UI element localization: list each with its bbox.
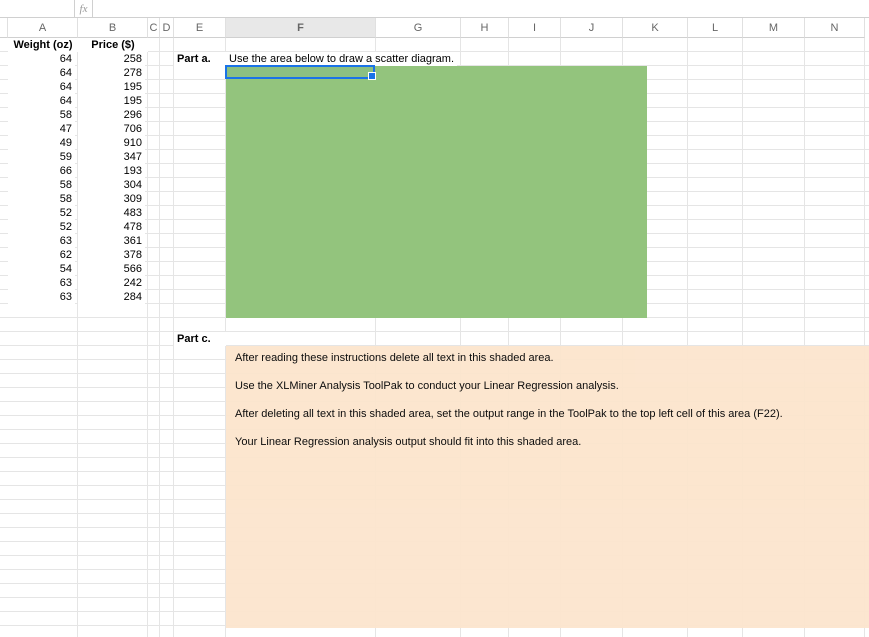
col-head-A[interactable]: A bbox=[8, 18, 78, 38]
formula-input[interactable] bbox=[93, 0, 869, 17]
table-cell[interactable]: 910 bbox=[78, 136, 145, 150]
table-cell[interactable]: 195 bbox=[78, 94, 145, 108]
table-cell[interactable]: 63 bbox=[8, 290, 75, 304]
table-cell[interactable]: 49 bbox=[8, 136, 75, 150]
table-cell[interactable]: 52 bbox=[8, 206, 75, 220]
table-cell[interactable]: 64 bbox=[8, 52, 75, 66]
table-cell[interactable]: 361 bbox=[78, 234, 145, 248]
partc-line2: Use the XLMiner Analysis ToolPak to cond… bbox=[232, 380, 622, 392]
table-cell[interactable]: 58 bbox=[8, 178, 75, 192]
col-head-L[interactable]: L bbox=[688, 18, 743, 38]
partc-line3: After deleting all text in this shaded a… bbox=[232, 408, 786, 420]
col-head-G[interactable]: G bbox=[376, 18, 461, 38]
table-cell[interactable]: 63 bbox=[8, 234, 75, 248]
table-cell[interactable]: 47 bbox=[8, 122, 75, 136]
col-head-K[interactable]: K bbox=[623, 18, 688, 38]
table-cell[interactable]: 58 bbox=[8, 108, 75, 122]
partc-line4: Your Linear Regression analysis output s… bbox=[232, 436, 584, 448]
table-cell[interactable]: 258 bbox=[78, 52, 145, 66]
table-cell[interactable]: 54 bbox=[8, 262, 75, 276]
spreadsheet[interactable]: A B C D E F G H I J K L M N After readin… bbox=[0, 18, 869, 637]
table-cell[interactable]: 64 bbox=[8, 66, 75, 80]
regression-output-area[interactable]: After reading these instructions delete … bbox=[226, 346, 869, 628]
table-cell[interactable]: 309 bbox=[78, 192, 145, 206]
table-cell[interactable]: 706 bbox=[78, 122, 145, 136]
col-head-C[interactable]: C bbox=[148, 18, 160, 38]
table-cell[interactable]: 296 bbox=[78, 108, 145, 122]
column-headers: A B C D E F G H I J K L M N bbox=[0, 18, 869, 38]
col-head-J[interactable]: J bbox=[561, 18, 623, 38]
col-head-E[interactable]: E bbox=[174, 18, 226, 38]
table-cell[interactable]: 242 bbox=[78, 276, 145, 290]
part-a-instruction[interactable]: Use the area below to draw a scatter dia… bbox=[226, 52, 457, 66]
scatter-area[interactable] bbox=[226, 66, 647, 318]
select-all-corner[interactable] bbox=[0, 18, 8, 38]
table-cell[interactable]: 304 bbox=[78, 178, 145, 192]
col-head-B[interactable]: B bbox=[78, 18, 148, 38]
fx-icon[interactable]: fx bbox=[75, 0, 93, 17]
table-cell[interactable]: 62 bbox=[8, 248, 75, 262]
active-cell-selection bbox=[225, 65, 375, 79]
table-cell[interactable]: 58 bbox=[8, 192, 75, 206]
table-cell[interactable]: 483 bbox=[78, 206, 145, 220]
table-cell[interactable]: 52 bbox=[8, 220, 75, 234]
col-head-D[interactable]: D bbox=[160, 18, 174, 38]
col-head-M[interactable]: M bbox=[743, 18, 805, 38]
table-cell[interactable]: 193 bbox=[78, 164, 145, 178]
table-cell[interactable]: 64 bbox=[8, 80, 75, 94]
col-head-H[interactable]: H bbox=[461, 18, 509, 38]
table-cell[interactable]: 278 bbox=[78, 66, 145, 80]
table-cell[interactable]: 478 bbox=[78, 220, 145, 234]
name-box[interactable] bbox=[0, 0, 75, 17]
table-cell[interactable]: 59 bbox=[8, 150, 75, 164]
table-cell[interactable]: 566 bbox=[78, 262, 145, 276]
formula-bar: fx bbox=[0, 0, 869, 18]
table-cell[interactable]: 64 bbox=[8, 94, 75, 108]
part-c-label[interactable]: Part c. bbox=[174, 332, 226, 346]
table-cell[interactable]: 66 bbox=[8, 164, 75, 178]
col-head-N[interactable]: N bbox=[805, 18, 865, 38]
table-cell[interactable]: 284 bbox=[78, 290, 145, 304]
table-cell[interactable]: 347 bbox=[78, 150, 145, 164]
partc-line1: After reading these instructions delete … bbox=[232, 352, 557, 364]
part-a-label[interactable]: Part a. bbox=[174, 52, 226, 66]
table-cell[interactable]: 378 bbox=[78, 248, 145, 262]
cell-layer: After reading these instructions delete … bbox=[8, 38, 869, 637]
col-head-F[interactable]: F bbox=[226, 18, 376, 38]
col-head-I[interactable]: I bbox=[509, 18, 561, 38]
table-cell[interactable]: 195 bbox=[78, 80, 145, 94]
table-cell[interactable]: 63 bbox=[8, 276, 75, 290]
header-price[interactable]: Price ($) bbox=[78, 38, 148, 52]
header-weight[interactable]: Weight (oz) bbox=[8, 38, 78, 52]
